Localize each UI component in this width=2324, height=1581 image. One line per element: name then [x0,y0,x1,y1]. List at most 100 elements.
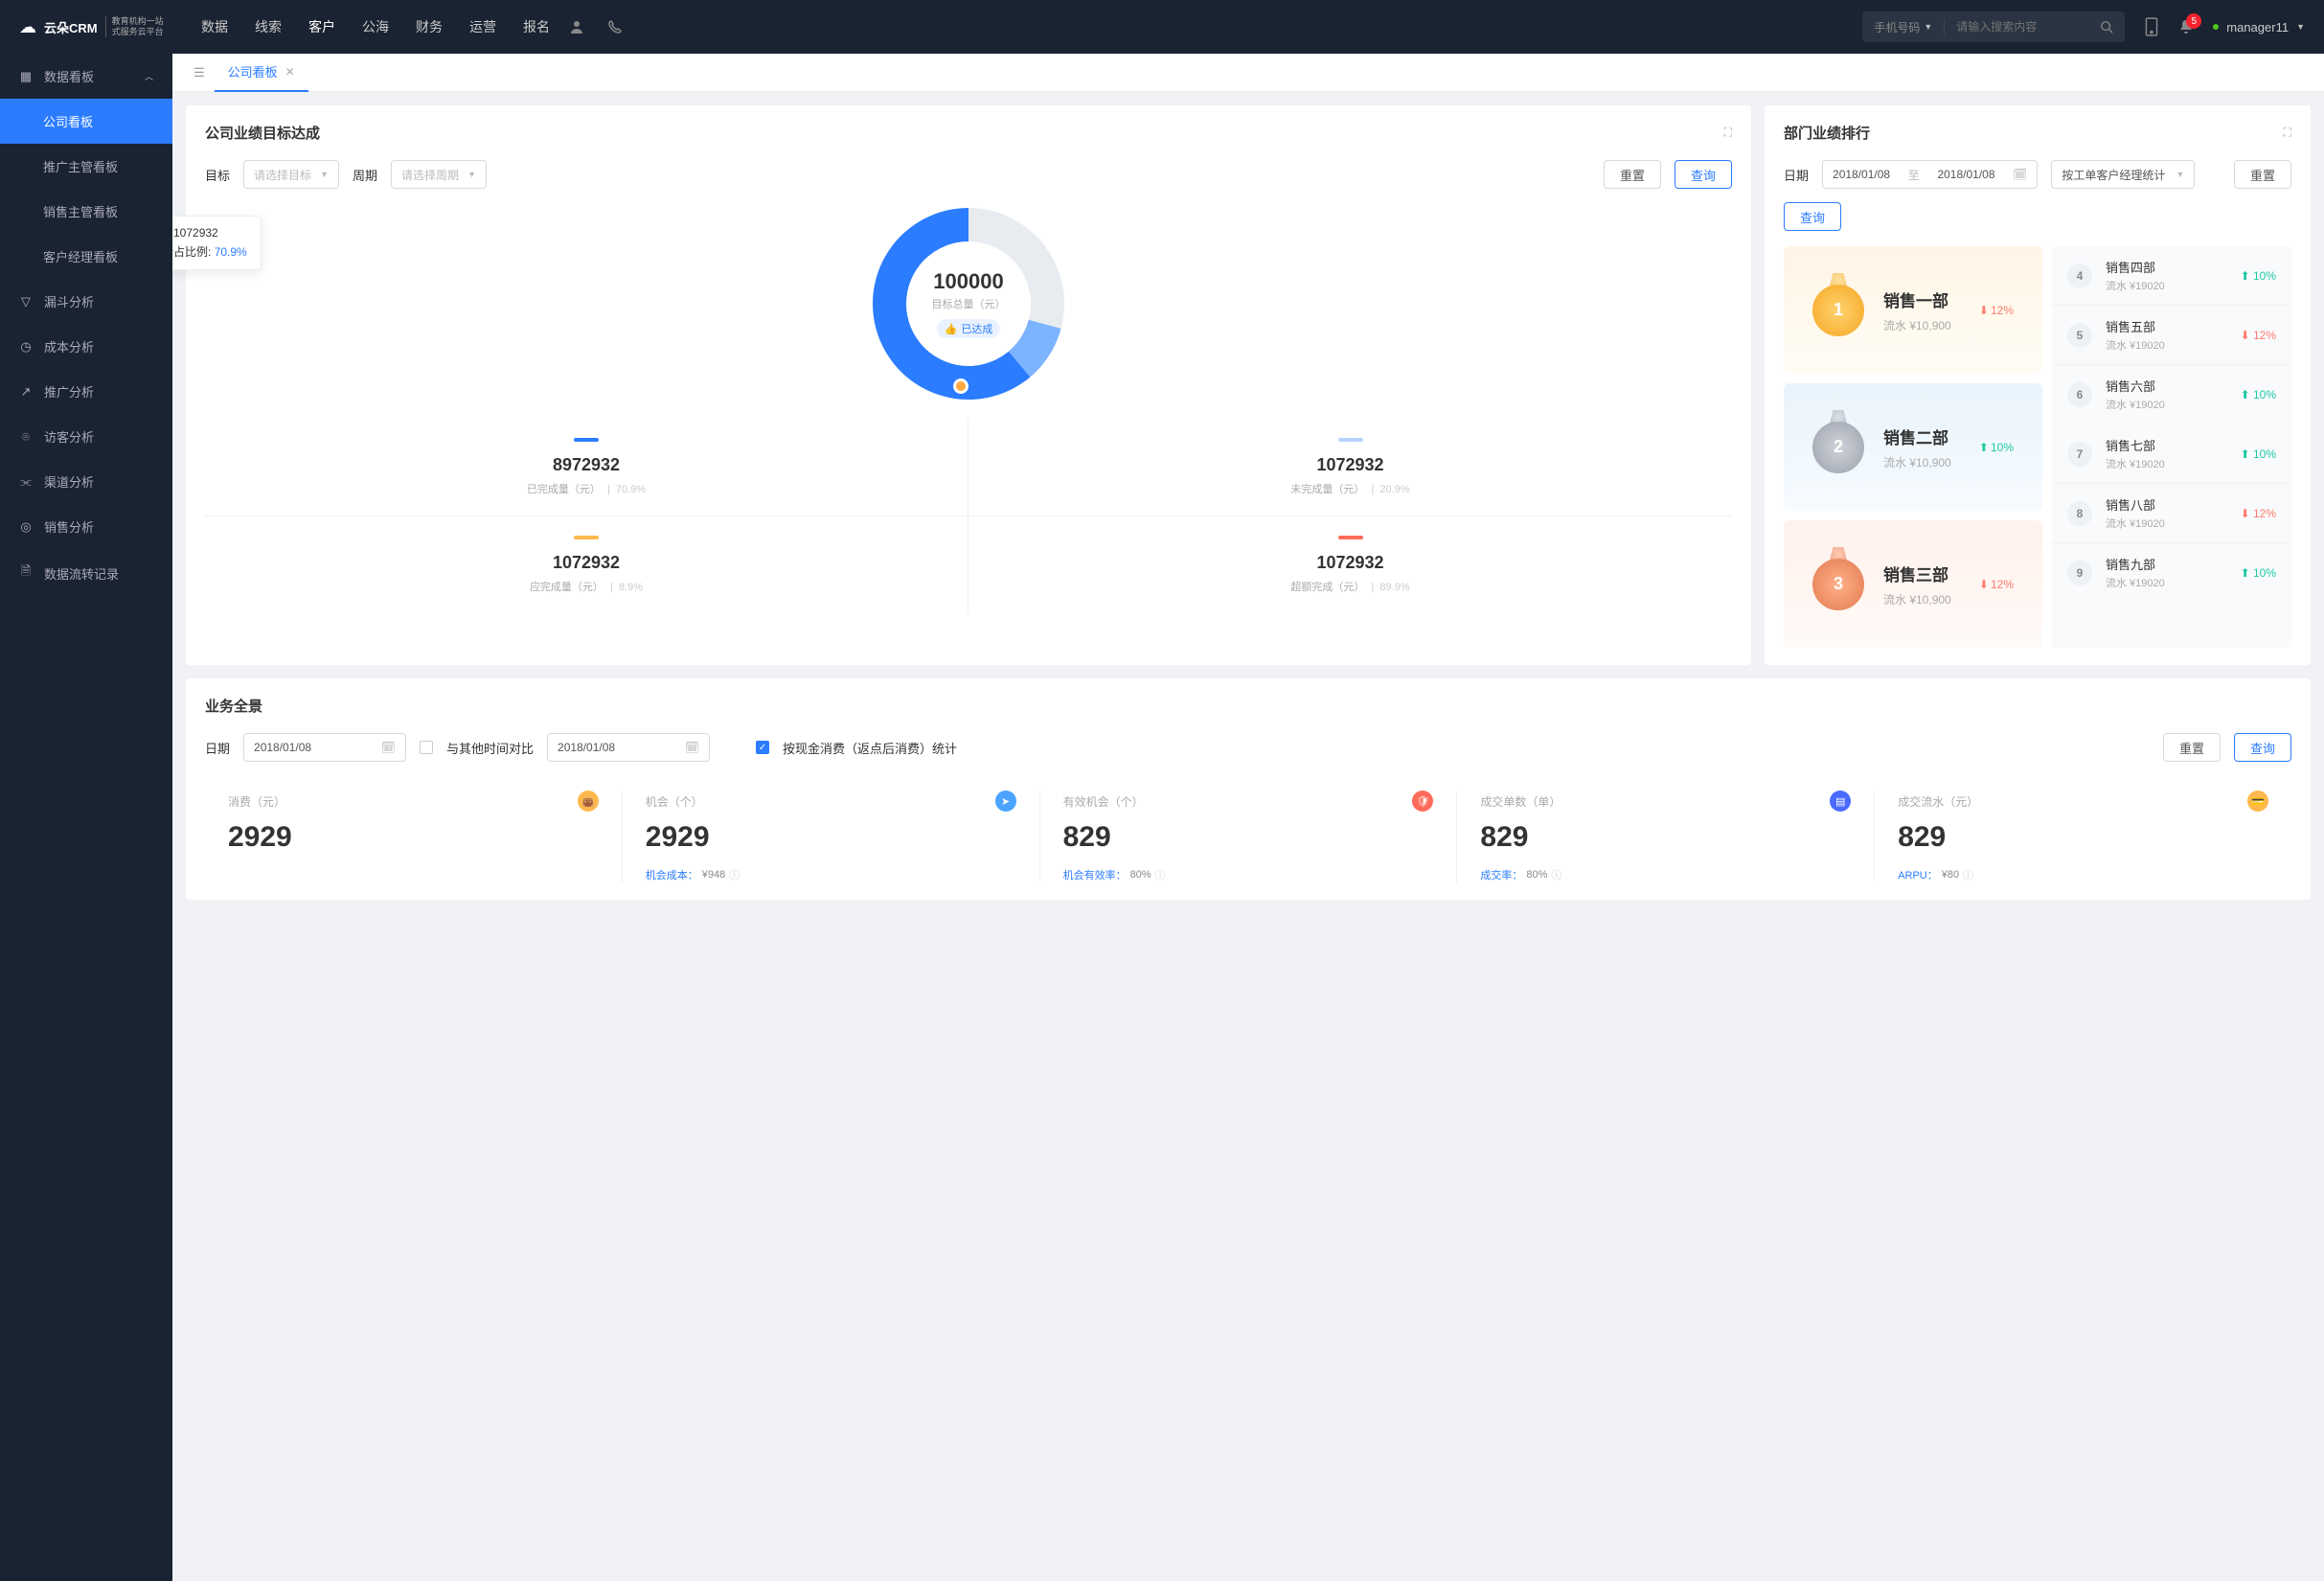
top-nav-item[interactable]: 线索 [255,17,282,36]
sidebar-item[interactable]: ◎销售分析 [0,504,172,549]
rank-row[interactable]: 8销售八部流水 ¥19020⬇ 12% [2052,484,2291,543]
rank-row[interactable]: 6销售六部流水 ¥19020⬆ 10% [2052,365,2291,424]
medal-icon: 2 [1812,422,1864,473]
chevron-up-icon: ︿ [145,70,153,82]
sidebar-item[interactable]: 客户经理看板 [0,234,172,279]
top-nav-item[interactable]: 公海 [362,17,389,36]
help-icon[interactable]: ⓘ [1551,867,1561,882]
calendar-icon: 🗓 [685,741,699,754]
goal-query-button[interactable]: 查询 [1675,160,1732,189]
user-menu[interactable]: manager11 ▼ [2213,20,2305,34]
doc-icon: ▤ [1830,790,1851,812]
kpi-cell: 有效机会（个）🛡829机会有效率：80%ⓘ [1040,790,1458,882]
top-nav-item[interactable]: 运营 [469,17,496,36]
sidebar-group-header[interactable]: ▦ 数据看板 ︿ [0,54,172,99]
rank-row[interactable]: 4销售四部流水 ¥19020⬆ 10% [2052,246,2291,306]
help-icon[interactable]: ⓘ [729,867,740,882]
status-dot-icon [2213,24,2219,30]
card-icon: 💳 [2247,790,2268,812]
top-extra-icons [569,19,623,34]
rank-row[interactable]: 5销售五部流水 ¥19020⬇ 12% [2052,306,2291,365]
sidebar-item[interactable]: 公司看板 [0,99,172,144]
medal-icon: 1 [1812,285,1864,336]
cash-checkbox[interactable]: ✓ [756,741,769,754]
hamburger-icon[interactable]: ☰ [184,65,215,80]
sidebar-item[interactable]: ◷成本分析 [0,324,172,369]
card-rank: 部门业绩排行 ⛶ 日期 2018/01/08 至 2018/01/08 🗓 按工… [1765,105,2311,665]
podium-row[interactable]: 3销售三部流水 ¥10,900⬇12% [1784,520,2042,648]
top-nav-item[interactable]: 报名 [523,17,550,36]
card-title: 部门业绩排行 [1784,123,1870,143]
stat-cell: 1072932超额完成（元） | 89.9% [968,516,1732,613]
sidebar-item[interactable]: 推广主管看板 [0,144,172,189]
sidebar-item[interactable]: ↗推广分析 [0,369,172,414]
sidebar-item[interactable]: ⌾访客分析 [0,414,172,459]
sidebar-item[interactable]: 销售主管看板 [0,189,172,234]
rank-reset-button[interactable]: 重置 [2234,160,2291,189]
overview-reset-button[interactable]: 重置 [2163,733,2221,762]
search-input[interactable] [1945,20,2088,34]
shield-icon: 🛡 [1412,790,1433,812]
top-nav-item[interactable]: 数据 [201,17,228,36]
logo-text: 云朵CRM [44,18,98,36]
achieved-badge: 👍已达成 [937,319,1001,338]
user-name: manager11 [2226,20,2289,34]
top-nav: 数据 线索 客户 公海 财务 运营 报名 [201,17,550,36]
sidebar-item[interactable]: ⫘渠道分析 [0,459,172,504]
logo[interactable]: ☁ 云朵CRM 教育机构一站 式服务云平台 [19,16,172,37]
top-nav-item[interactable]: 财务 [416,17,443,36]
rank-row[interactable]: 7销售七部流水 ¥19020⬆ 10% [2052,424,2291,484]
cloud-icon: ☁ [19,17,36,37]
expand-icon[interactable]: ⛶ [2284,126,2291,140]
kpi-cell: 成交单数（单）▤829成交率：80%ⓘ [1457,790,1875,882]
podium-row[interactable]: 1销售一部流水 ¥10,900⬇12% [1784,246,2042,374]
tab-bar: ☰ 公司看板 ✕ [172,54,2324,92]
rank-type-select[interactable]: 按工单客户经理统计▼ [2051,160,2195,189]
overview-date1[interactable]: 2018/01/08🗓 [243,733,406,762]
tab-company-board[interactable]: 公司看板 ✕ [215,54,308,92]
sidebar-item[interactable]: 🗎数据流转记录 [0,549,172,597]
stat-cell: 1072932应完成量（元） | 8.9% [205,516,968,613]
chart-tooltip: 1072932 所占比例: 70.9% [172,216,262,270]
podium-row[interactable]: 2销售二部流水 ¥10,900⬆10% [1784,383,2042,511]
overview-query-button[interactable]: 查询 [2234,733,2291,762]
search-type-select[interactable]: 手机号码▼ [1862,19,1945,35]
rank-date-range[interactable]: 2018/01/08 至 2018/01/08 🗓 [1822,160,2038,189]
calendar-icon: 🗓 [381,741,396,754]
card-title: 业务全景 [205,696,262,716]
help-icon[interactable]: ⓘ [1155,867,1166,882]
overview-date2[interactable]: 2018/01/08🗓 [547,733,710,762]
stat-cell: 8972932已完成量（元） | 70.9% [205,419,968,516]
rank-row[interactable]: 9销售九部流水 ¥19020⬆ 10% [2052,543,2291,602]
compare-checkbox[interactable] [420,741,433,754]
search-icon[interactable] [2088,20,2125,34]
app-header: ☁ 云朵CRM 教育机构一站 式服务云平台 数据 线索 客户 公海 财务 运营 报名 手机号… [0,0,2324,54]
goal-target-select[interactable]: 请选择目标▼ [243,160,339,189]
phone-icon[interactable] [607,19,623,34]
goal-reset-button[interactable]: 重置 [1604,160,1661,189]
expand-icon[interactable]: ⛶ [1724,126,1732,140]
headset-icon: ⌾ [19,429,33,445]
chart-icon: ↗ [19,384,33,400]
device-icon[interactable] [2144,17,2159,36]
main-area: ☰ 公司看板 ✕ 公司业绩目标达成 ⛶ 目标 请选择目标▼ 周期 [172,54,2324,1581]
chevron-down-icon: ▼ [2296,22,2305,32]
goal-period-select[interactable]: 请选择周期▼ [391,160,487,189]
sidebar-item[interactable]: ▽漏斗分析 [0,279,172,324]
stat-cell: 1072932未完成量（元） | 20.9% [968,419,1732,516]
target-icon: ◎ [19,519,33,535]
notification-icon[interactable]: 5 [2178,19,2194,34]
rank-query-button[interactable]: 查询 [1784,202,1841,231]
clock-icon: ◷ [19,339,33,355]
donut-chart[interactable]: 100000 目标总量（元） 👍已达成 [873,208,1064,400]
medal-icon: 3 [1812,559,1864,610]
user-icon[interactable] [569,19,584,34]
kpi-cell: 机会（个）➤2929机会成本：¥948ⓘ [623,790,1040,882]
close-icon[interactable]: ✕ [285,65,295,79]
help-icon[interactable]: ⓘ [1963,867,1973,882]
donut-handle-icon [953,378,968,394]
funnel-icon: ▽ [19,294,33,309]
top-nav-item[interactable]: 客户 [308,17,335,36]
sidebar: ▦ 数据看板 ︿ 公司看板推广主管看板销售主管看板客户经理看板 ▽漏斗分析◷成本… [0,54,172,1581]
doc-icon: 🗎 [19,562,33,584]
